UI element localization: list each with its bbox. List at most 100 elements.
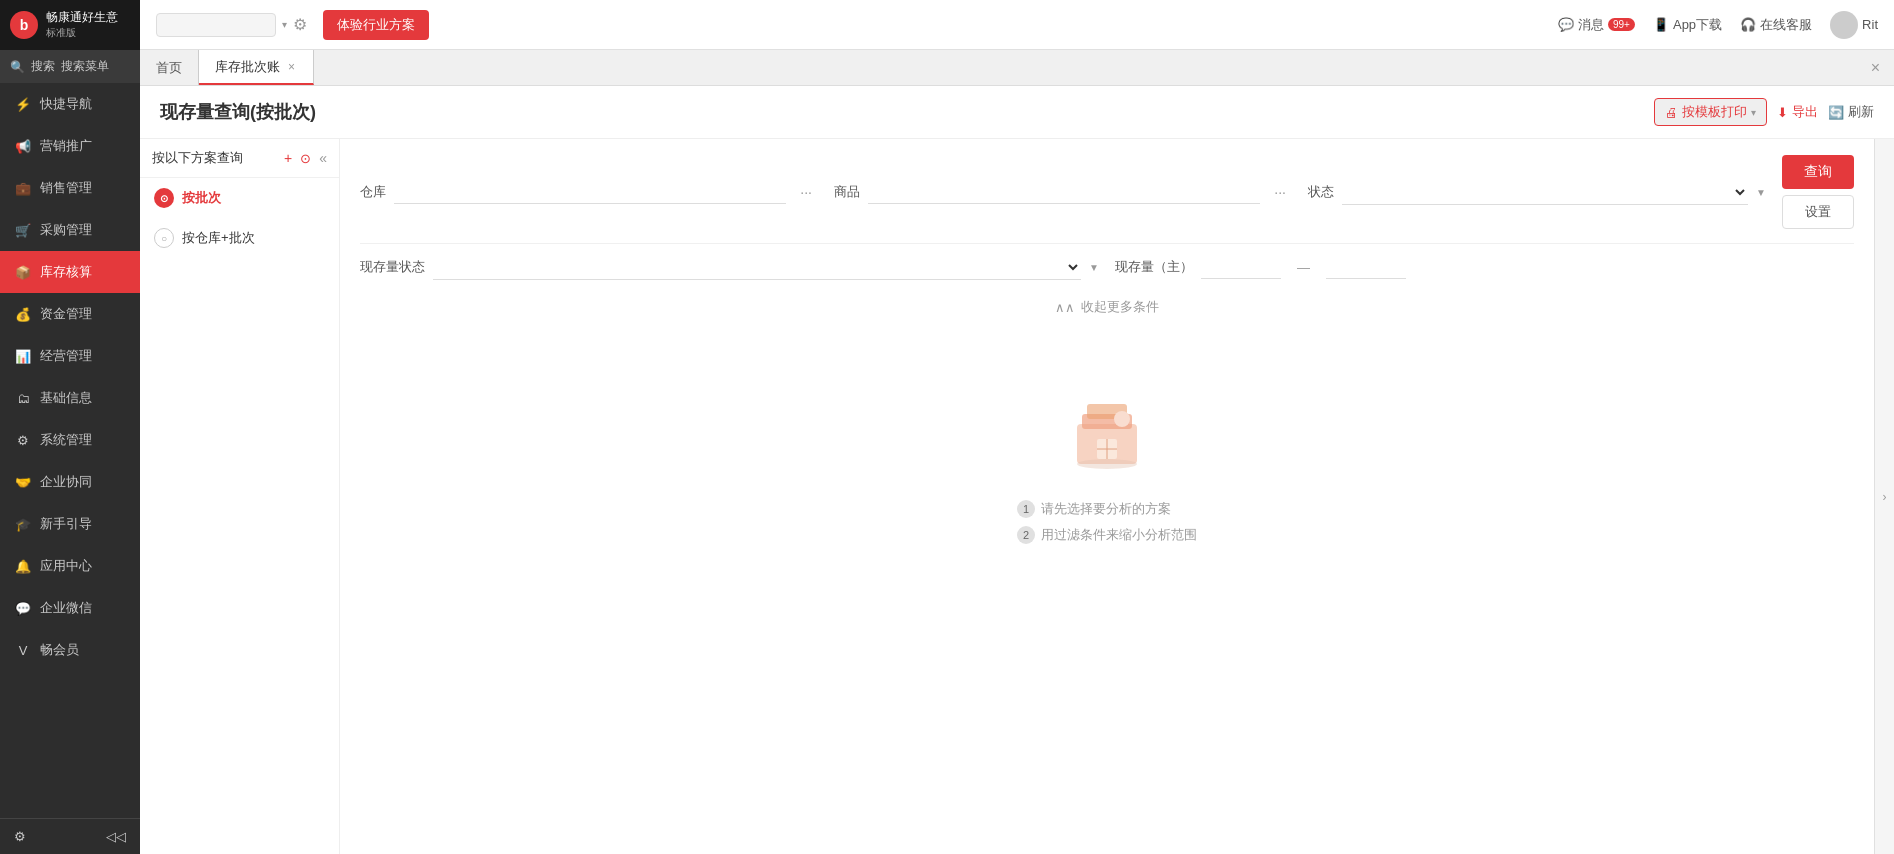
enterprise-icon: 🤝	[14, 473, 32, 491]
newbie-icon: 🎓	[14, 515, 32, 533]
sidebar-item-appcenter[interactable]: 🔔 应用中心	[0, 545, 140, 587]
sidebar-item-quicknav[interactable]: ⚡ 快捷导航	[0, 83, 140, 125]
tip-2-text: 用过滤条件来缩小分析范围	[1041, 526, 1197, 544]
sidebar-item-inventory[interactable]: 📦 库存核算	[0, 251, 140, 293]
svg-point-3	[1114, 411, 1130, 427]
tab-home[interactable]: 首页	[140, 50, 199, 85]
warehouse-input[interactable]	[394, 180, 786, 204]
user-menu[interactable]: Rit	[1830, 11, 1878, 39]
collapse-left-btn[interactable]: «	[319, 150, 327, 166]
warehouse-more-icon[interactable]: ···	[794, 182, 818, 202]
empty-tips: 1 请先选择要分析的方案 2 用过滤条件来缩小分析范围	[1017, 500, 1197, 544]
add-schema-btn[interactable]: +	[284, 150, 292, 166]
sidebar-item-marketing[interactable]: 📢 营销推广	[0, 125, 140, 167]
query-btn[interactable]: 查询	[1782, 155, 1854, 189]
schema-settings-btn[interactable]: ⊙	[300, 151, 311, 166]
app-download-btn[interactable]: 📱 App下载	[1653, 16, 1722, 34]
settings-icon[interactable]: ⚙	[14, 829, 26, 844]
sidebar-item-wechat[interactable]: 💬 企业微信	[0, 587, 140, 629]
sidebar-item-label: 资金管理	[40, 305, 92, 323]
online-service-btn[interactable]: 🎧 在线客服	[1740, 16, 1812, 34]
sidebar-item-system[interactable]: ⚙ 系统管理	[0, 419, 140, 461]
settings-btn[interactable]: 设置	[1782, 195, 1854, 229]
operations-icon: 📊	[14, 347, 32, 365]
empty-illustration	[1057, 384, 1157, 484]
tab-close-main[interactable]: ×	[1857, 50, 1894, 85]
system-icon: ⚙	[14, 431, 32, 449]
product-filter-label: 商品	[834, 183, 860, 201]
schema-batch-label: 按批次	[182, 189, 221, 207]
topbar-right: 💬 消息 99+ 📱 App下载 🎧 在线客服 Rit	[1558, 11, 1878, 39]
sidebar-item-label: 应用中心	[40, 557, 92, 575]
empty-tip-2: 2 用过滤条件来缩小分析范围	[1017, 526, 1197, 544]
stock-qty-label: 现存量（主）	[1115, 258, 1193, 276]
tab-close-icon[interactable]: ×	[286, 60, 297, 74]
search-label: 搜索	[31, 58, 55, 75]
print-icon: 🖨	[1665, 105, 1678, 120]
search-menu-label: 搜索菜单	[61, 58, 109, 75]
print-dropdown-icon[interactable]: ▾	[1751, 107, 1756, 118]
product-more-icon[interactable]: ···	[1268, 182, 1292, 202]
right-area: 仓库 ··· 商品 ··· 状态 ▼	[340, 139, 1874, 854]
sidebar-item-label: 经营管理	[40, 347, 92, 365]
user-avatar	[1830, 11, 1858, 39]
sales-icon: 💼	[14, 179, 32, 197]
collapse-label: 收起更多条件	[1081, 298, 1159, 316]
refresh-btn[interactable]: 🔄 刷新	[1828, 103, 1874, 121]
tabbar: 首页 库存批次账 × ×	[140, 50, 1894, 86]
sidebar-bottom: ⚙ ◁◁	[0, 818, 140, 854]
topbar-dropdown-icon[interactable]: ▾	[282, 19, 287, 30]
sidebar-item-basics[interactable]: 🗂 基础信息	[0, 377, 140, 419]
status-filter-group: 状态 ▼	[1308, 179, 1766, 205]
sidebar-item-label: 采购管理	[40, 221, 92, 239]
sidebar-search[interactable]: 🔍 搜索 搜索菜单	[0, 50, 140, 83]
product-filter-group: 商品 ···	[834, 180, 1292, 204]
sidebar-item-purchase[interactable]: 🛒 采购管理	[0, 209, 140, 251]
status-select[interactable]	[1342, 179, 1748, 205]
online-service-label: 在线客服	[1760, 16, 1812, 34]
print-btn[interactable]: 🖨 按模板打印 ▾	[1654, 98, 1767, 126]
sidebar-item-enterprise[interactable]: 🤝 企业协同	[0, 461, 140, 503]
stock-qty-min-input[interactable]	[1201, 255, 1281, 279]
schema-item-warehouse-batch[interactable]: ○ 按仓库+批次	[140, 218, 339, 258]
topbar-settings-icon[interactable]: ⚙	[293, 15, 307, 34]
collapse-bar[interactable]: ∧∧ 收起更多条件	[360, 290, 1854, 324]
svg-point-4	[1077, 459, 1137, 469]
topbar-search-input[interactable]	[156, 13, 276, 37]
home-tab-label: 首页	[156, 59, 182, 77]
stock-qty-dash: —	[1289, 260, 1318, 275]
sidebar-collapse-icon[interactable]: ◁◁	[106, 829, 126, 844]
messages-label: 消息	[1578, 16, 1604, 34]
right-close-panel[interactable]: ›	[1874, 139, 1894, 854]
stock-status-group: 现存量状态 ▼	[360, 254, 1099, 280]
search-icon: 🔍	[10, 60, 25, 74]
export-icon: ⬇	[1777, 105, 1788, 120]
messages-btn[interactable]: 💬 消息 99+	[1558, 16, 1635, 34]
sidebar-item-member[interactable]: V 畅会员	[0, 629, 140, 671]
sidebar-item-finance[interactable]: 💰 资金管理	[0, 293, 140, 335]
industry-btn[interactable]: 体验行业方案	[323, 10, 429, 40]
app-icon: 📱	[1653, 17, 1669, 32]
service-icon: 🎧	[1740, 17, 1756, 32]
stock-qty-max-input[interactable]	[1326, 255, 1406, 279]
empty-tip-1: 1 请先选择要分析的方案	[1017, 500, 1197, 518]
schema-item-batch[interactable]: ⊙ 按批次	[140, 178, 339, 218]
left-panel-icons: + ⊙ «	[284, 150, 327, 166]
stock-qty-group: 现存量（主） —	[1115, 255, 1854, 279]
page-header-actions: 🖨 按模板打印 ▾ ⬇ 导出 🔄 刷新	[1654, 98, 1874, 126]
inventory-batch-tab-label: 库存批次账	[215, 58, 280, 76]
sidebar-item-sales[interactable]: 💼 销售管理	[0, 167, 140, 209]
sidebar-item-newbie[interactable]: 🎓 新手引导	[0, 503, 140, 545]
export-btn[interactable]: ⬇ 导出	[1777, 103, 1818, 121]
sidebar-item-label: 库存核算	[40, 263, 92, 281]
empty-state: 1 请先选择要分析的方案 2 用过滤条件来缩小分析范围	[360, 324, 1854, 604]
tab-inventory-batch[interactable]: 库存批次账 ×	[199, 50, 314, 85]
warehouse-filter-label: 仓库	[360, 183, 386, 201]
stock-status-select[interactable]	[433, 254, 1081, 280]
product-input[interactable]	[868, 180, 1260, 204]
messages-badge: 99+	[1608, 18, 1635, 31]
inventory-icon: 📦	[14, 263, 32, 281]
quicknav-icon: ⚡	[14, 95, 32, 113]
app-edition: 标准版	[46, 26, 118, 40]
sidebar-item-operations[interactable]: 📊 经营管理	[0, 335, 140, 377]
